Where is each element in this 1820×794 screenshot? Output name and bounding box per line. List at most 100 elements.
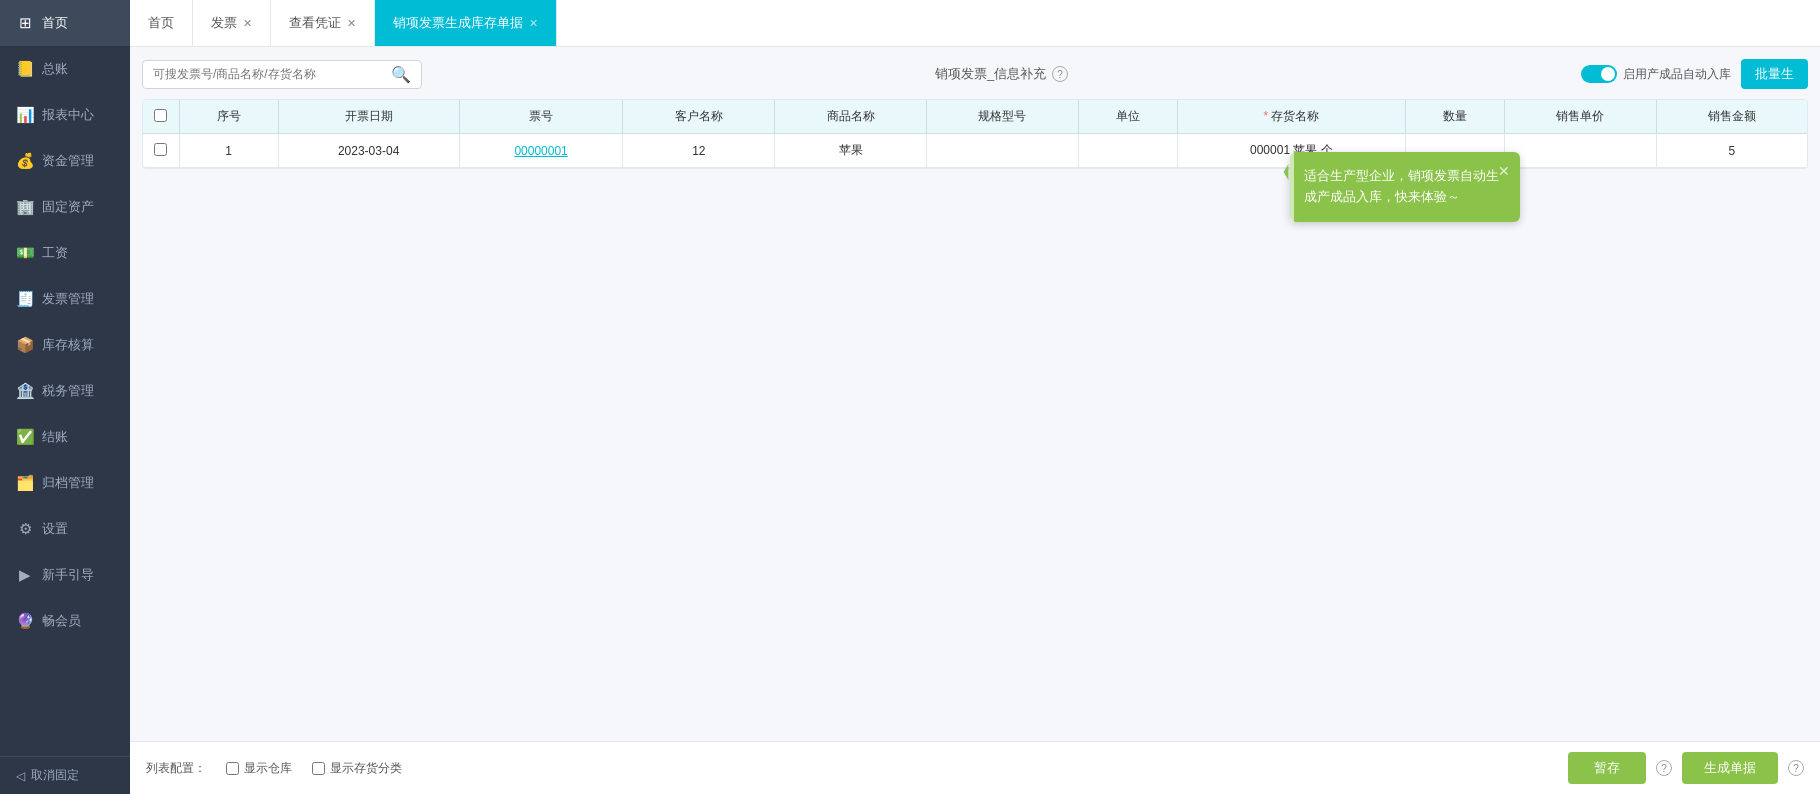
tab-voucher-close[interactable]: ✕	[347, 17, 356, 30]
search-wrapper: 🔍	[142, 60, 422, 89]
header-unit: 单位	[1078, 100, 1177, 134]
toolbar-right: 启用产成品自动入库 批量生	[1581, 59, 1808, 89]
sidebar-item-fixed-assets[interactable]: 🏢 固定资产	[0, 184, 130, 230]
sidebar-label-payroll: 工资	[42, 244, 68, 262]
sidebar-item-tutorial[interactable]: ▶ 新手引导	[0, 552, 130, 598]
row-checkbox-cell[interactable]	[143, 134, 179, 168]
toolbar: 🔍 销项发票_信息补充 ? 启用产成品自动入库 批量生	[142, 59, 1808, 89]
payroll-icon: 💵	[16, 244, 34, 262]
row-amount: 5	[1656, 134, 1807, 168]
header-ticket-no: 票号	[459, 100, 623, 134]
inventory-icon: 📦	[16, 336, 34, 354]
info-label: 销项发票_信息补充	[935, 65, 1046, 83]
show-warehouse-text: 显示仓库	[244, 760, 292, 777]
tab-sales-invoice[interactable]: 销项发票生成库存单据 ✕	[375, 0, 557, 46]
bottom-bar-actions: 暂存 ? 生成单据 ?	[1568, 752, 1804, 784]
header-inventory: * 存货名称	[1177, 100, 1405, 134]
sidebar-label-ledger: 总账	[42, 60, 68, 78]
cancel-fixed-button[interactable]: ◁ 取消固定	[0, 756, 130, 794]
sidebar-label-settings: 设置	[42, 520, 68, 538]
invoice-icon: 🧾	[16, 290, 34, 308]
header-spec: 规格型号	[927, 100, 1079, 134]
generate-help-icon[interactable]: ?	[1788, 760, 1804, 776]
tooltip-popup: ✕ 适合生产型企业，销项发票自动生成产成品入库，快来体验～	[1290, 152, 1520, 222]
search-input[interactable]	[153, 67, 385, 81]
sidebar-item-home[interactable]: ⊞ 首页	[0, 0, 130, 46]
save-button[interactable]: 暂存	[1568, 752, 1646, 784]
main-area: 首页 发票 ✕ 查看凭证 ✕ 销项发票生成库存单据 ✕ 🔍 销项发票_信息补充	[130, 0, 1820, 794]
row-customer: 12	[623, 134, 775, 168]
info-help-icon[interactable]: ?	[1052, 66, 1068, 82]
tooltip-close-button[interactable]: ✕	[1498, 160, 1510, 182]
toggle-label: 启用产成品自动入库	[1623, 66, 1731, 83]
header-product: 商品名称	[775, 100, 927, 134]
sidebar-label-home: 首页	[42, 14, 68, 32]
batch-button[interactable]: 批量生	[1741, 59, 1808, 89]
sidebar-label-funds: 资金管理	[42, 152, 94, 170]
sidebar-item-funds[interactable]: 💰 资金管理	[0, 138, 130, 184]
row-unit-price[interactable]	[1504, 134, 1656, 168]
auto-warehouse-toggle[interactable]	[1581, 65, 1617, 83]
home-icon: ⊞	[16, 14, 34, 32]
row-product: 苹果	[775, 134, 927, 168]
search-icon[interactable]: 🔍	[391, 65, 411, 84]
closing-icon: ✅	[16, 428, 34, 446]
sidebar-item-payroll[interactable]: 💵 工资	[0, 230, 130, 276]
header-checkbox[interactable]	[143, 100, 179, 134]
tab-sales-invoice-close[interactable]: ✕	[529, 17, 538, 30]
sidebar-label-member: 畅会员	[42, 612, 81, 630]
fixed-assets-icon: 🏢	[16, 198, 34, 216]
cancel-fixed-label: 取消固定	[31, 767, 79, 784]
sidebar-item-member[interactable]: 🔮 畅会员	[0, 598, 130, 644]
sidebar-item-archive[interactable]: 🗂️ 归档管理	[0, 460, 130, 506]
tab-home[interactable]: 首页	[130, 0, 193, 46]
sidebar-item-invoice[interactable]: 🧾 发票管理	[0, 276, 130, 322]
sidebar-item-ledger[interactable]: 📒 总账	[0, 46, 130, 92]
select-all-checkbox[interactable]	[154, 109, 167, 122]
sidebar-item-tax[interactable]: 🏦 税务管理	[0, 368, 130, 414]
ticket-no-link[interactable]: 00000001	[514, 144, 567, 158]
funds-icon: 💰	[16, 152, 34, 170]
sidebar-label-fixed-assets: 固定资产	[42, 198, 94, 216]
tab-invoice[interactable]: 发票 ✕	[193, 0, 271, 46]
table-wrapper: 序号 开票日期 票号 客户名称 商品名称 规格型号 单位 * 存货名称 数量 销…	[142, 99, 1808, 169]
sidebar: ⊞ 首页 📒 总账 📊 报表中心 💰 资金管理 🏢 固定资产 💵 工资 🧾 发票…	[0, 0, 130, 794]
sidebar-label-inventory: 库存核算	[42, 336, 94, 354]
toolbar-center: 销项发票_信息补充 ?	[935, 65, 1068, 83]
show-inventory-category-label[interactable]: 显示存货分类	[312, 760, 402, 777]
bottom-bar: 列表配置： 显示仓库 显示存货分类 暂存 ? 生成单据 ?	[130, 741, 1820, 794]
row-ticket-no[interactable]: 00000001	[459, 134, 623, 168]
tab-invoice-close[interactable]: ✕	[243, 17, 252, 30]
tooltip-text: 适合生产型企业，销项发票自动生成产成品入库，快来体验～	[1304, 168, 1499, 204]
data-table: 序号 开票日期 票号 客户名称 商品名称 规格型号 单位 * 存货名称 数量 销…	[143, 100, 1807, 168]
toggle-wrapper: 启用产成品自动入库	[1581, 65, 1731, 83]
sidebar-item-settings[interactable]: ⚙ 设置	[0, 506, 130, 552]
sidebar-item-reports[interactable]: 📊 报表中心	[0, 92, 130, 138]
row-checkbox[interactable]	[154, 143, 167, 156]
sidebar-item-inventory[interactable]: 📦 库存核算	[0, 322, 130, 368]
generate-button[interactable]: 生成单据	[1682, 752, 1778, 784]
show-warehouse-label[interactable]: 显示仓库	[226, 760, 292, 777]
tooltip-bar	[1290, 152, 1294, 222]
tab-home-label: 首页	[148, 14, 174, 32]
header-index: 序号	[179, 100, 278, 134]
show-inventory-category-checkbox[interactable]	[312, 762, 325, 775]
header-quantity: 数量	[1405, 100, 1504, 134]
show-warehouse-checkbox[interactable]	[226, 762, 239, 775]
sidebar-item-closing[interactable]: ✅ 结账	[0, 414, 130, 460]
sidebar-label-tax: 税务管理	[42, 382, 94, 400]
tab-voucher[interactable]: 查看凭证 ✕	[271, 0, 375, 46]
content-area: 🔍 销项发票_信息补充 ? 启用产成品自动入库 批量生	[130, 47, 1820, 741]
settings-icon: ⚙	[16, 520, 34, 538]
sidebar-label-closing: 结账	[42, 428, 68, 446]
archive-icon: 🗂️	[16, 474, 34, 492]
tab-invoice-label: 发票	[211, 14, 237, 32]
reports-icon: 📊	[16, 106, 34, 124]
sidebar-label-invoice: 发票管理	[42, 290, 94, 308]
row-spec	[927, 134, 1079, 168]
row-date: 2023-03-04	[278, 134, 459, 168]
header-date: 开票日期	[278, 100, 459, 134]
row-index: 1	[179, 134, 278, 168]
save-help-icon[interactable]: ?	[1656, 760, 1672, 776]
table-header-row: 序号 开票日期 票号 客户名称 商品名称 规格型号 单位 * 存货名称 数量 销…	[143, 100, 1807, 134]
